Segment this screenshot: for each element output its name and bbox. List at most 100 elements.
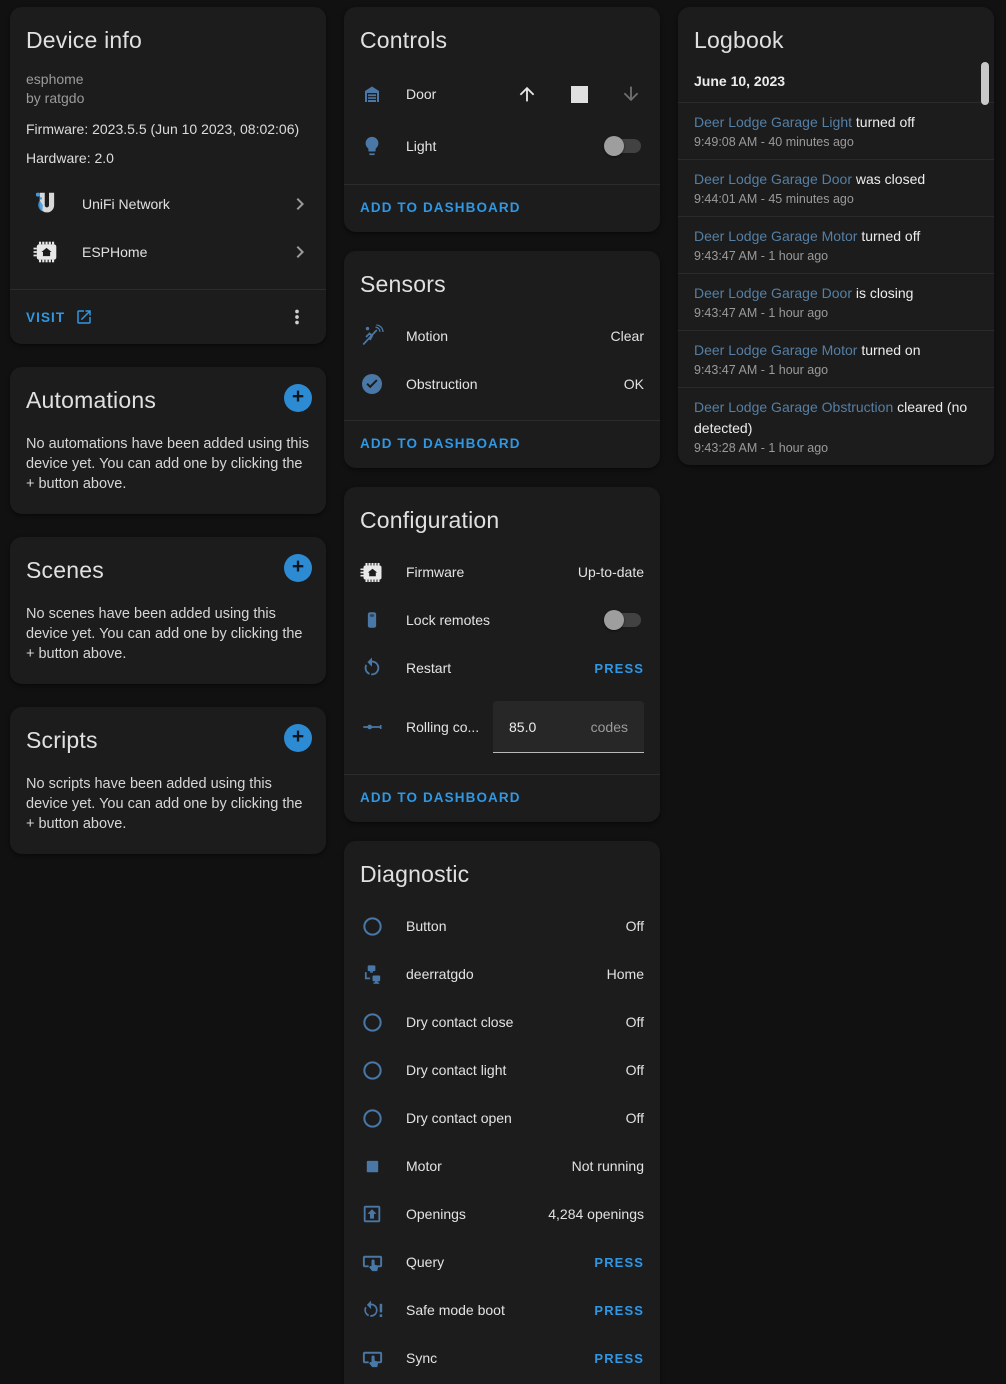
button-label[interactable]: Button	[406, 918, 626, 934]
integration-label: UniFi Network	[82, 196, 170, 212]
door-close-button[interactable]	[612, 75, 650, 113]
scenes-card: Scenes + No scenes have been added using…	[10, 537, 326, 684]
entity-link[interactable]: Deer Lodge Garage Door	[694, 285, 852, 301]
query-label[interactable]: Query	[406, 1254, 594, 1270]
motion-value: Clear	[610, 328, 644, 344]
sensors-actions: ADD TO DASHBOARD	[344, 420, 660, 468]
device-hardware: Hardware: 2.0	[26, 150, 114, 166]
logbook-title: Logbook	[694, 27, 784, 53]
add-scene-button[interactable]: +	[284, 553, 312, 582]
visit-button[interactable]: VISIT	[26, 308, 93, 326]
arrow-up-icon	[516, 83, 538, 105]
obstruction-value: OK	[623, 376, 644, 392]
add-automation-button[interactable]: +	[284, 383, 312, 412]
integration-row-esphome[interactable]: ESPHome	[10, 228, 326, 276]
rolling-code-input[interactable]: 85.0 codes	[493, 701, 644, 753]
sensor-row-obstruction: Obstruction OK	[344, 360, 660, 408]
dry-contact-light-label[interactable]: Dry contact light	[406, 1062, 626, 1078]
lock-remotes-label[interactable]: Lock remotes	[406, 612, 607, 628]
rolling-code-unit: codes	[590, 718, 628, 735]
deerratgdo-label[interactable]: deerratgdo	[406, 966, 607, 982]
device-page: Device info esphome by ratgdo Firmware: …	[0, 0, 1006, 1384]
sync-press-button[interactable]: PRESS	[594, 1351, 644, 1366]
sync-label[interactable]: Sync	[406, 1350, 594, 1366]
entry-time: 9:43:47 AM - 1 hour ago	[694, 363, 829, 377]
motion-label[interactable]: Motion	[406, 328, 611, 344]
firmware-value: Up-to-date	[577, 564, 644, 580]
dry-contact-close-label[interactable]: Dry contact close	[406, 1014, 626, 1030]
sensors-card: Sensors Motion Clear Obstruction OK ADD …	[344, 251, 660, 468]
config-row-rolling-code: Rolling co... 85.0 codes	[344, 692, 660, 762]
open-in-new-icon	[75, 308, 93, 326]
automations-header: Automations +	[10, 367, 326, 428]
scenes-header: Scenes +	[10, 537, 326, 598]
diagnostic-title: Diagnostic	[360, 861, 470, 887]
query-press-button[interactable]: PRESS	[594, 1255, 644, 1270]
diagnostic-row-deerratgdo: deerratgdo Home	[344, 950, 660, 998]
diagnostic-row-dry-contact-light: Dry contact light Off	[344, 1046, 660, 1094]
entry-time: 9:43:47 AM - 1 hour ago	[694, 249, 829, 263]
entity-link[interactable]: Deer Lodge Garage Door	[694, 171, 852, 187]
lock-remotes-toggle[interactable]	[604, 610, 641, 630]
scripts-empty-text: No scripts have been added using this de…	[26, 776, 303, 832]
sensors-title: Sensors	[360, 271, 446, 297]
openings-label[interactable]: Openings	[406, 1206, 548, 1222]
entity-link[interactable]: Deer Lodge Garage Obstruction	[694, 399, 893, 415]
visit-label: VISIT	[26, 309, 66, 325]
stop-square-icon	[570, 85, 588, 103]
overflow-menu-button[interactable]	[286, 303, 314, 331]
motor-value: Not running	[571, 1158, 644, 1174]
scenes-empty-text: No scenes have been added using this dev…	[26, 606, 303, 662]
square-icon	[360, 1154, 384, 1178]
logbook-scrollbar-thumb[interactable]	[981, 62, 989, 105]
control-row-light: Light	[344, 120, 660, 172]
automations-empty-text: No automations have been added using thi…	[26, 436, 309, 492]
unifi-logo-icon	[30, 188, 62, 220]
config-row-firmware: Firmware Up-to-date	[344, 548, 660, 596]
sensor-row-motion: Motion Clear	[344, 312, 660, 360]
rolling-code-value: 85.0	[509, 718, 537, 735]
safe-mode-boot-press-button[interactable]: PRESS	[594, 1303, 644, 1318]
entry-action: turned on	[861, 342, 921, 358]
dry-contact-open-label[interactable]: Dry contact open	[406, 1110, 626, 1126]
door-stop-button[interactable]	[560, 75, 598, 113]
light-toggle[interactable]	[604, 136, 641, 156]
door-label[interactable]: Door	[406, 86, 508, 102]
firmware-label[interactable]: Firmware	[406, 564, 578, 580]
add-to-dashboard-button[interactable]: ADD TO DASHBOARD	[360, 790, 521, 805]
light-label[interactable]: Light	[406, 138, 607, 154]
circle-outline-icon	[360, 1106, 384, 1130]
integration-row-unifi[interactable]: UniFi Network	[10, 180, 326, 228]
scripts-card: Scripts + No scripts have been added usi…	[10, 707, 326, 854]
entity-link[interactable]: Deer Lodge Garage Motor	[694, 228, 857, 244]
restart-icon	[360, 656, 384, 680]
device-name: esphome	[26, 71, 84, 87]
scripts-header: Scripts +	[10, 707, 326, 768]
configuration-title: Configuration	[360, 507, 500, 533]
circle-outline-icon	[360, 914, 384, 938]
safe-mode-boot-label[interactable]: Safe mode boot	[406, 1302, 594, 1318]
integration-list: UniFi Network ESPHome	[10, 180, 326, 276]
controls-actions: ADD TO DASHBOARD	[344, 184, 660, 232]
motor-label[interactable]: Motor	[406, 1158, 572, 1174]
add-to-dashboard-button[interactable]: ADD TO DASHBOARD	[360, 200, 521, 215]
config-row-lock-remotes: Lock remotes	[344, 596, 660, 644]
entity-link[interactable]: Deer Lodge Garage Motor	[694, 342, 857, 358]
esphome-chip-icon	[360, 560, 384, 584]
gesture-tap-button-icon	[360, 1250, 384, 1274]
dots-vertical-icon	[286, 306, 308, 328]
entity-link[interactable]: Deer Lodge Garage Light	[694, 114, 852, 130]
rolling-code-label[interactable]: Rolling co...	[406, 719, 492, 735]
remote-icon	[360, 608, 384, 632]
gesture-tap-button-icon	[360, 1346, 384, 1370]
restart-press-button[interactable]: PRESS	[594, 661, 644, 676]
right-column: Logbook June 10, 2023 Deer Lodge Garage …	[678, 7, 994, 1384]
logbook-entry: Deer Lodge Garage Door was closed 9:44:0…	[678, 159, 994, 216]
restart-label[interactable]: Restart	[406, 660, 594, 676]
obstruction-label[interactable]: Obstruction	[406, 376, 624, 392]
add-script-button[interactable]: +	[284, 723, 312, 752]
device-info-card: Device info esphome by ratgdo Firmware: …	[10, 7, 326, 344]
add-to-dashboard-button[interactable]: ADD TO DASHBOARD	[360, 436, 521, 451]
door-open-button[interactable]	[508, 75, 546, 113]
diagnostic-row-safe-mode-boot: Safe mode boot PRESS	[344, 1286, 660, 1334]
